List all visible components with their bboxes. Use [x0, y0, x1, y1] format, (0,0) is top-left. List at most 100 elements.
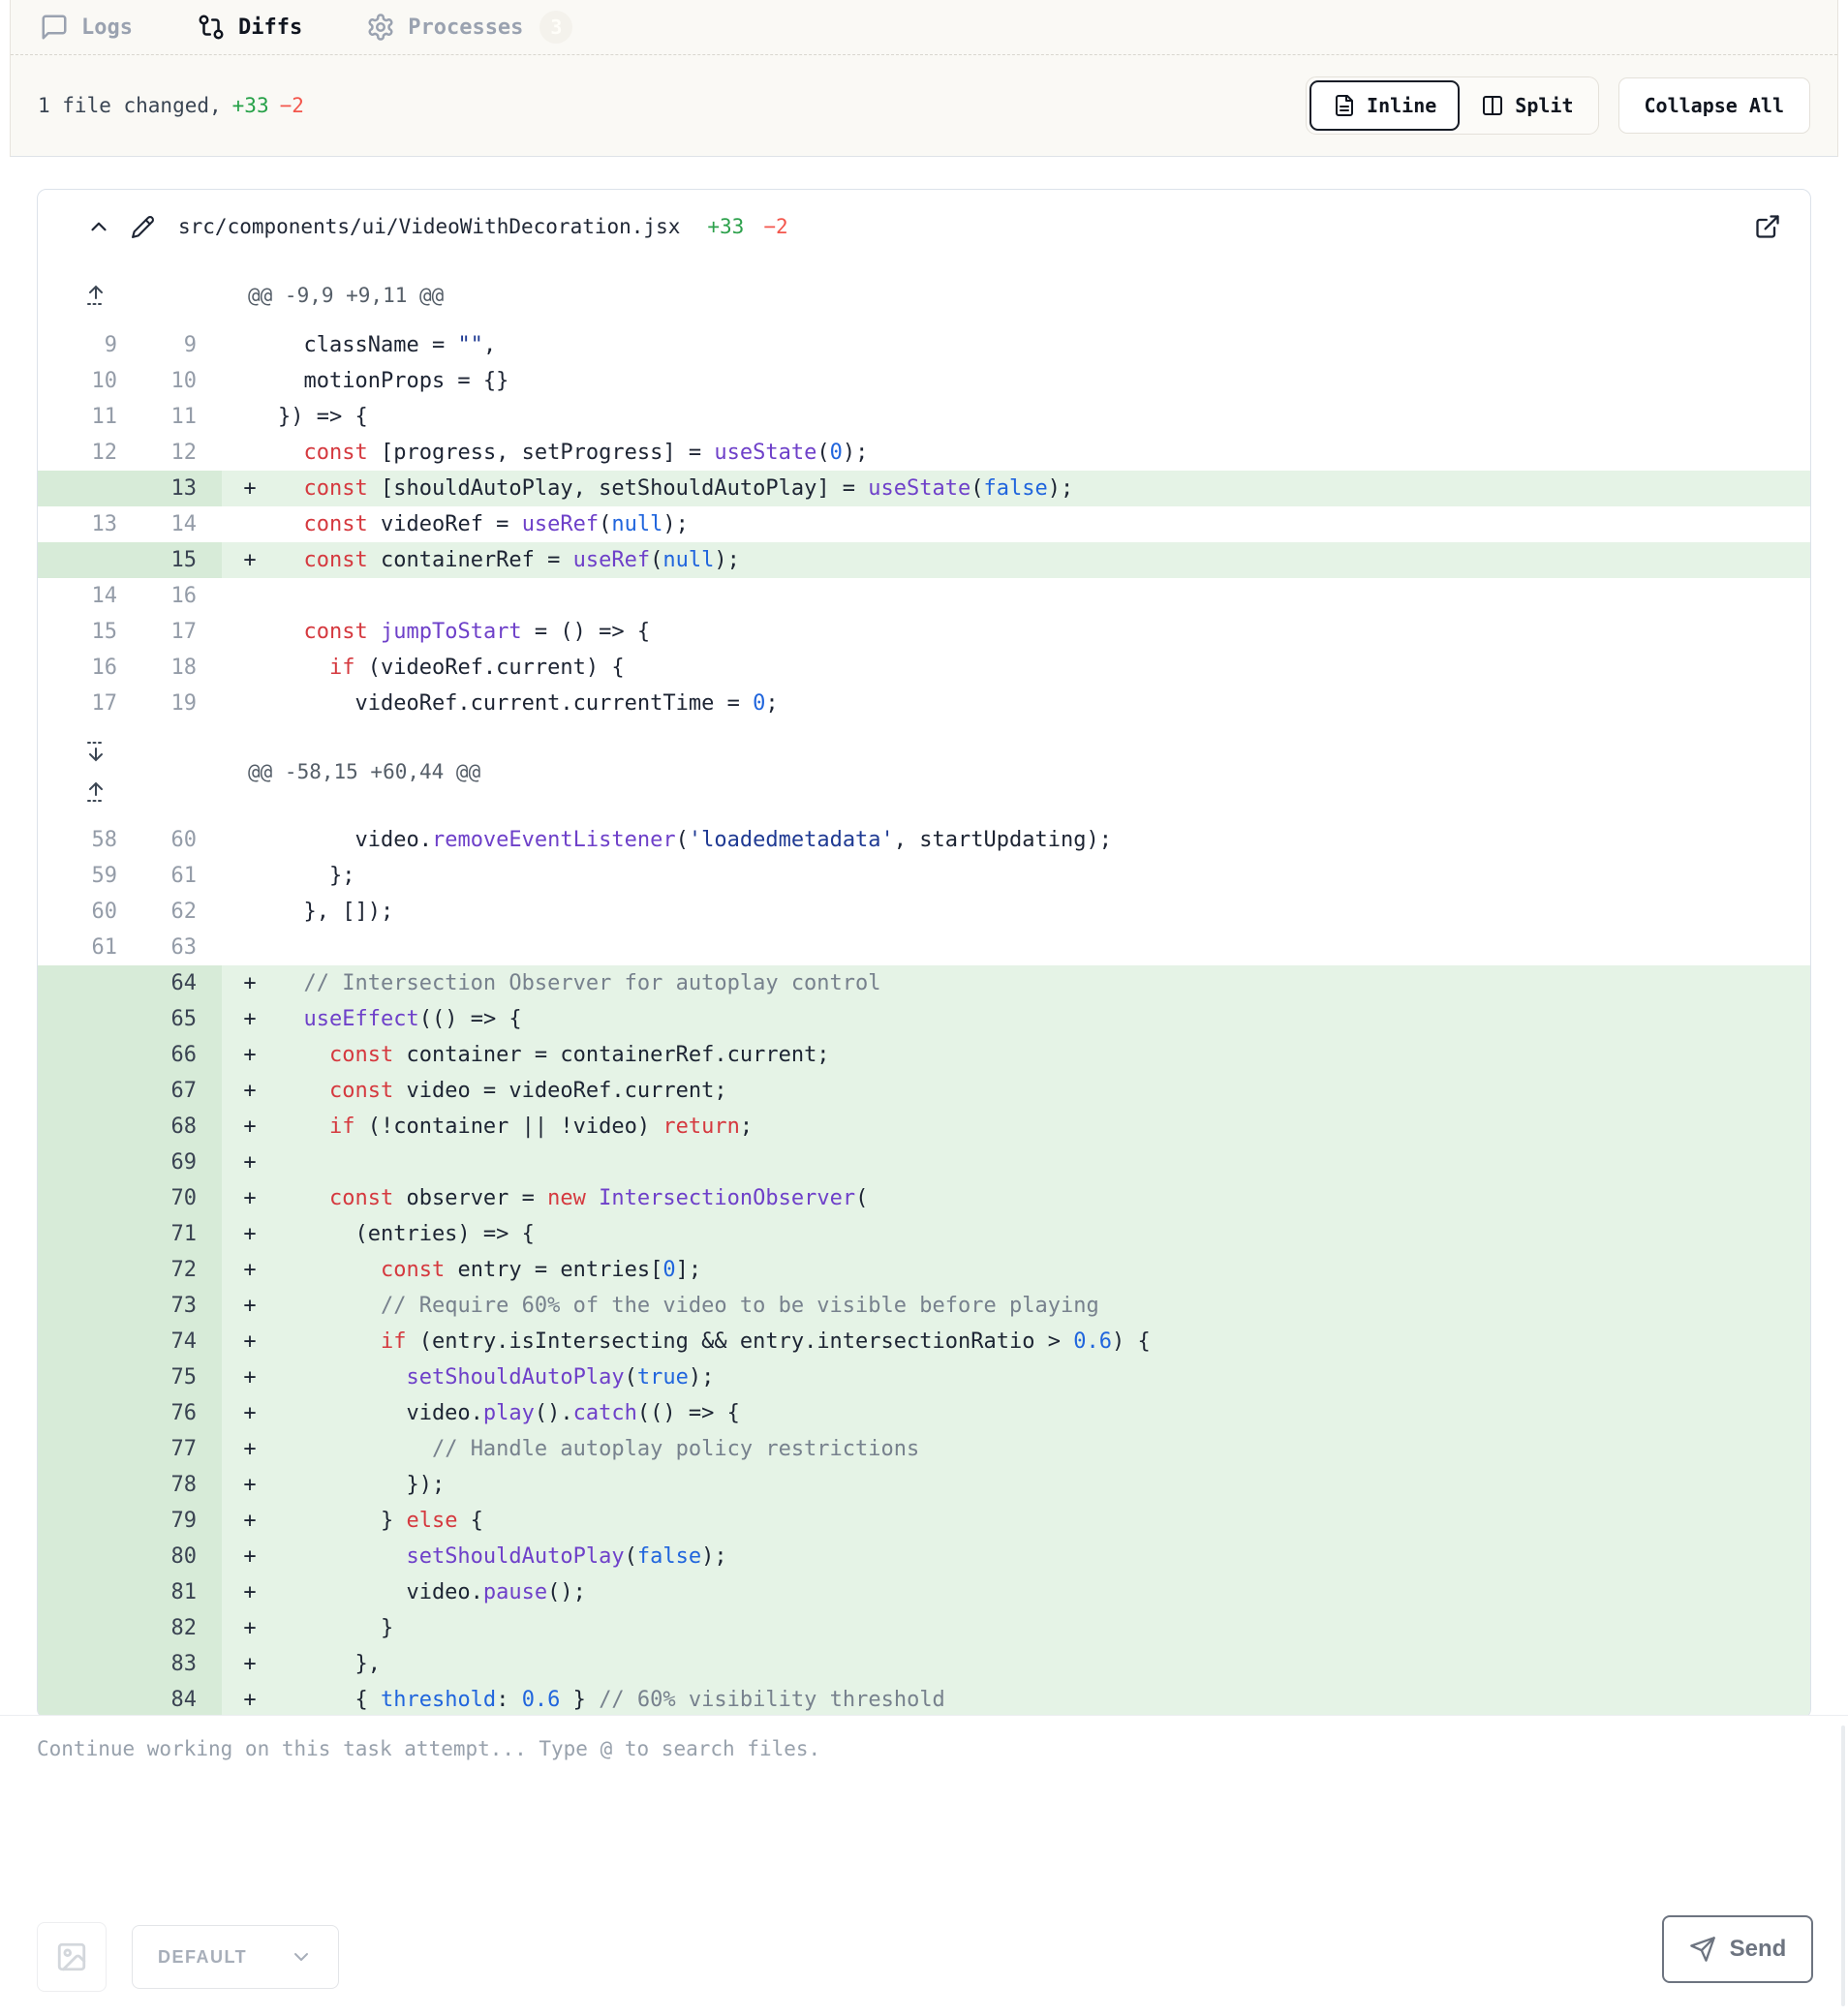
- split-view-button[interactable]: Split: [1460, 80, 1594, 131]
- code-line: // Intersection Observer for autoplay co…: [278, 965, 1810, 1001]
- additions-count: +33: [231, 94, 269, 117]
- diff-panel: src/components/ui/VideoWithDecoration.js…: [0, 157, 1848, 1715]
- diff-marker: +: [222, 1682, 278, 1715]
- code-line: if (videoRef.current) {: [328, 656, 625, 680]
- diff-row: 14 16: [38, 578, 1810, 614]
- diff-marker: +: [222, 1431, 278, 1467]
- split-view-label: Split: [1515, 94, 1574, 117]
- collapse-file-button[interactable]: [86, 214, 111, 239]
- line-number-old: 14: [91, 584, 118, 608]
- open-external-button[interactable]: [1754, 213, 1781, 240]
- tab-processes[interactable]: Processes 3: [366, 11, 573, 44]
- code-line: const videoRef = useRef(null);: [303, 512, 689, 536]
- code-line: const entry = entries[0];: [278, 1252, 1810, 1288]
- collapse-all-button[interactable]: Collapse All: [1617, 77, 1810, 134]
- file-header: src/components/ui/VideoWithDecoration.js…: [38, 190, 1810, 263]
- diff-row: 65 + useEffect(() => {: [38, 1001, 1810, 1037]
- inline-view-label: Inline: [1367, 94, 1437, 117]
- diff-marker: +: [222, 1574, 278, 1610]
- diff-marker: [222, 614, 278, 650]
- expand-down-icon[interactable]: [84, 737, 108, 766]
- diff-row: 9 9 className = "",: [38, 327, 1810, 363]
- git-compare-icon: [197, 13, 226, 42]
- diff-row: 61 63: [38, 930, 1810, 965]
- hunk-header-row: @@ -58,15 +60,44 @@: [38, 721, 1810, 822]
- code-line: // Handle autoplay policy restrictions: [278, 1431, 1810, 1467]
- changes-summary: 1 file changed, +33 −2: [38, 94, 304, 117]
- diff-row: 67 + const video = videoRef.current;: [38, 1073, 1810, 1109]
- deletions-count: −2: [279, 94, 304, 117]
- attach-image-button[interactable]: [37, 1922, 107, 1992]
- tab-logs[interactable]: Logs: [40, 13, 133, 42]
- file-additions: +33: [707, 215, 745, 238]
- diff-marker: [222, 578, 278, 614]
- diff-row: 81 + video.pause();: [38, 1574, 1810, 1610]
- diff-toolbar: 1 file changed, +33 −2 Inline Split Coll…: [11, 55, 1837, 157]
- send-button[interactable]: Send: [1662, 1915, 1813, 1983]
- line-number-new: 65: [142, 1001, 222, 1037]
- diff-marker: +: [222, 1109, 278, 1145]
- expand-up-icon[interactable]: [84, 778, 108, 807]
- line-number-old: 16: [91, 656, 118, 680]
- line-number-new: 75: [142, 1359, 222, 1395]
- diff-row: 84 + { threshold: 0.6 } // 60% visibility…: [38, 1682, 1810, 1715]
- line-number-new: 79: [142, 1503, 222, 1539]
- code-line: { threshold: 0.6 } // 60% visibility thr…: [278, 1682, 1810, 1715]
- pencil-icon: [131, 215, 155, 239]
- line-number-old: [38, 965, 142, 1001]
- line-number-old: [38, 1610, 142, 1646]
- line-number-old: 10: [91, 369, 118, 393]
- line-number-old: [38, 1109, 142, 1145]
- line-number-new: 11: [170, 405, 198, 429]
- diff-body: @@ -9,9 +9,11 @@ 9 9 className = "", 10 10 m…: [38, 263, 1810, 1715]
- diff-marker: [222, 435, 278, 471]
- line-number-old: [38, 1395, 142, 1431]
- diff-row: 13 14 const videoRef = useRef(null);: [38, 506, 1810, 542]
- line-number-new: 66: [142, 1037, 222, 1073]
- code-line: useEffect(() => {: [278, 1001, 1810, 1037]
- line-number-old: [38, 542, 142, 578]
- line-number-new: 80: [142, 1539, 222, 1574]
- diff-marker: +: [222, 1216, 278, 1252]
- line-number-new: 62: [170, 900, 198, 924]
- line-number-old: [38, 1037, 142, 1073]
- line-number-new: 16: [170, 584, 198, 608]
- diff-row: 66 + const container = containerRef.curre…: [38, 1037, 1810, 1073]
- diff-row: 17 19 videoRef.current.currentTime = 0;: [38, 686, 1810, 721]
- code-line: setShouldAutoPlay(false);: [278, 1539, 1810, 1574]
- line-number-new: 18: [170, 656, 198, 680]
- line-number-old: [38, 1503, 142, 1539]
- line-number-old: 61: [91, 935, 118, 960]
- chevron-up-icon: [86, 214, 111, 239]
- code-line: if (entry.isIntersecting && entry.inters…: [278, 1324, 1810, 1359]
- code-line: motionProps = {}: [278, 369, 509, 393]
- code-line: [278, 1145, 1810, 1180]
- model-select[interactable]: DEFAULT: [132, 1925, 340, 1989]
- code-line: });: [278, 1467, 1810, 1503]
- line-number-old: [38, 1288, 142, 1324]
- tab-diffs[interactable]: Diffs: [197, 13, 302, 42]
- diff-marker: +: [222, 542, 278, 578]
- line-number-new: 72: [142, 1252, 222, 1288]
- scrollbar[interactable]: [1841, 1726, 1845, 2006]
- line-number-new: 14: [170, 512, 198, 536]
- inline-view-button[interactable]: Inline: [1309, 80, 1461, 131]
- diff-row: 60 62 }, []);: [38, 894, 1810, 930]
- view-mode-toggle: Inline Split: [1306, 76, 1599, 135]
- line-number-new: 17: [170, 620, 198, 644]
- line-number-new: 69: [142, 1145, 222, 1180]
- diff-row: 13 + const [shouldAutoPlay, setShouldAuto…: [38, 471, 1810, 506]
- expand-up-icon[interactable]: [84, 281, 108, 310]
- code-line: const observer = new IntersectionObserve…: [278, 1180, 1810, 1216]
- diff-marker: +: [222, 1395, 278, 1431]
- code-line: const [progress, setProgress] = useState…: [303, 441, 869, 465]
- line-number-old: [38, 1001, 142, 1037]
- line-number-new: 64: [142, 965, 222, 1001]
- diff-marker: +: [222, 471, 278, 506]
- file-path[interactable]: src/components/ui/VideoWithDecoration.js…: [178, 215, 680, 238]
- line-number-old: [38, 1145, 142, 1180]
- chat-input[interactable]: [37, 1737, 1645, 1853]
- line-number-new: 81: [142, 1574, 222, 1610]
- chevron-down-icon: [290, 1945, 313, 1969]
